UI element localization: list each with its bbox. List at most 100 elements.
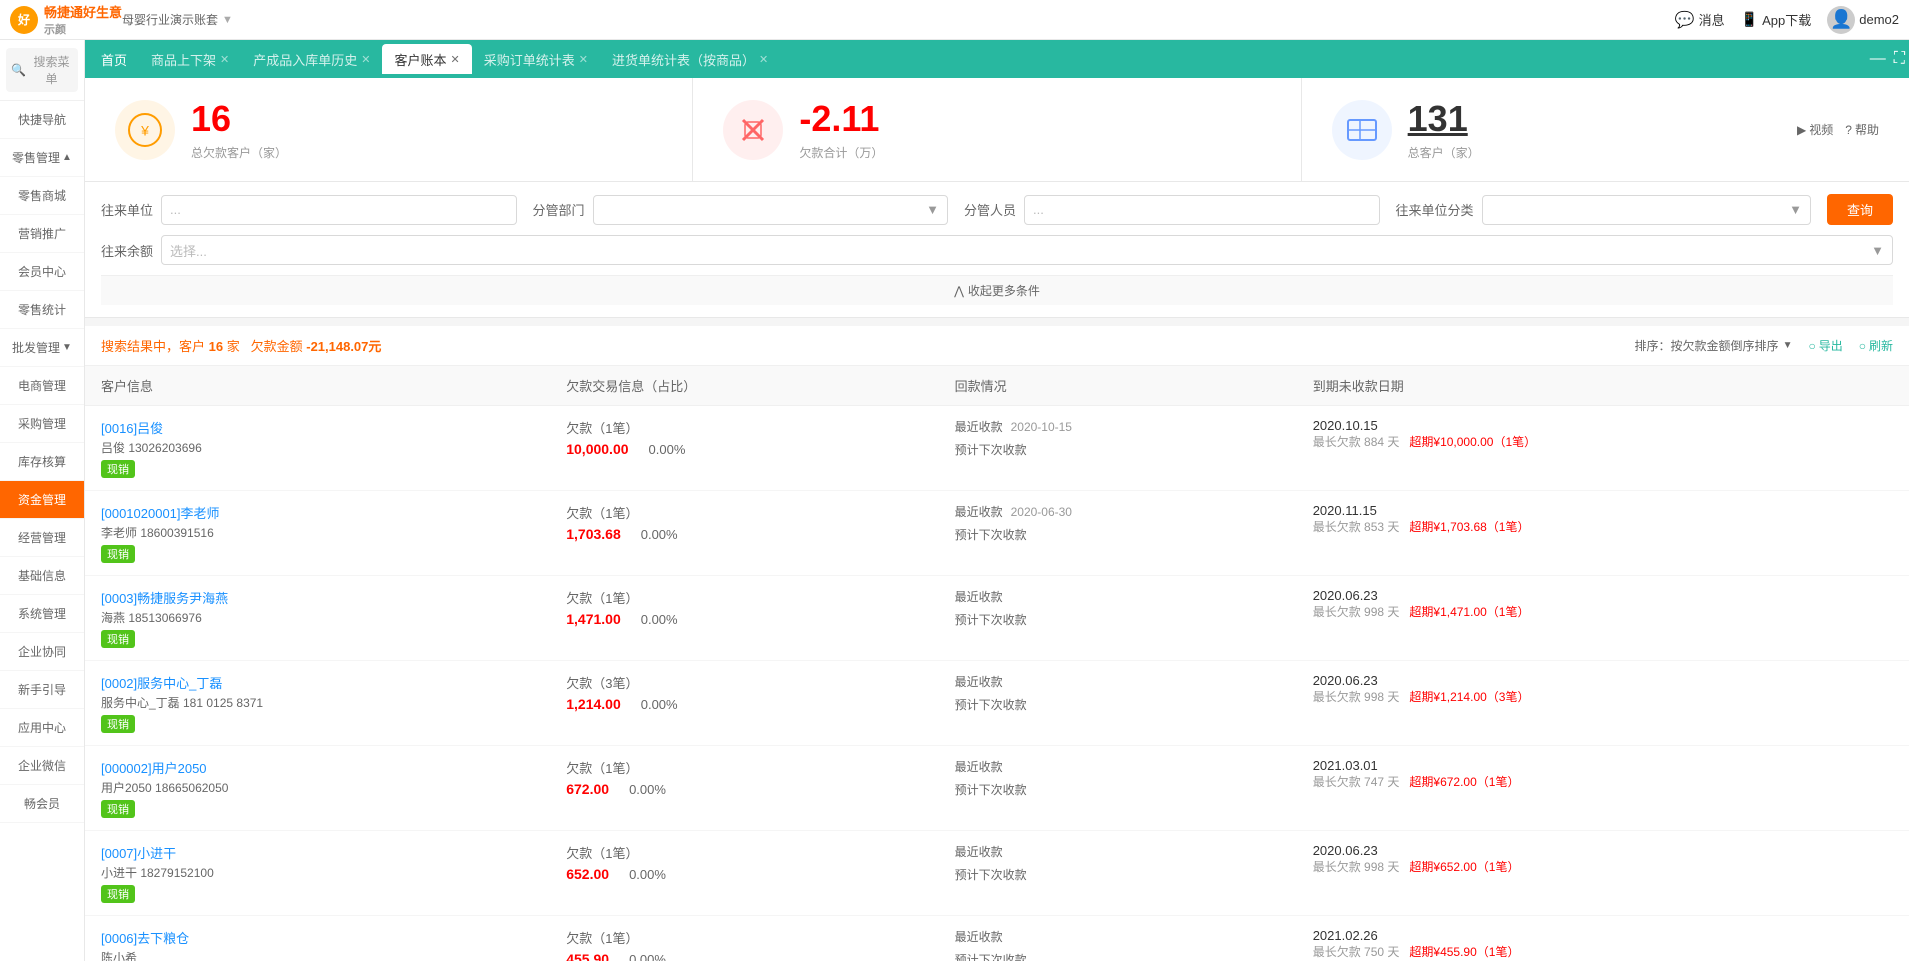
debt-percent: 0.00%: [629, 952, 666, 961]
customer-badge: 现销: [101, 800, 135, 818]
overdue-amount[interactable]: 超期¥1,214.00（3笔）: [1409, 690, 1529, 704]
customer-code[interactable]: [0003]畅捷服务尹海燕: [101, 588, 534, 607]
unit-category-select[interactable]: ▼: [1482, 195, 1811, 225]
overdue-days: 最长欠款 998 天 超期¥1,471.00（1笔）: [1313, 603, 1893, 620]
tab-product-history[interactable]: 产成品入库单历史 ✕: [241, 44, 382, 74]
debt-amount[interactable]: 1,471.00: [566, 611, 621, 627]
sidebar-item-retail-stats[interactable]: 零售统计: [0, 291, 84, 329]
stat-icon-customers: ¥: [115, 100, 175, 160]
tab-product-online[interactable]: 商品上下架 ✕: [139, 44, 241, 74]
customer-code[interactable]: [0007]小进干: [101, 843, 534, 862]
debt-amount[interactable]: 10,000.00: [566, 441, 628, 457]
source-unit-input[interactable]: ...: [161, 195, 516, 225]
avatar: 👤: [1827, 6, 1855, 34]
branch-dept-select[interactable]: ▼: [593, 195, 948, 225]
video-button[interactable]: ▶ 视频: [1797, 121, 1833, 138]
app-subtitle: 示颜: [44, 21, 122, 37]
sidebar-item-marketing[interactable]: 营销推广: [0, 215, 84, 253]
debt-amount[interactable]: 1,214.00: [566, 696, 621, 712]
debt-amount[interactable]: 1,703.68: [566, 526, 621, 542]
app-container: 好 畅捷通好生意 示颜 母婴行业演示账套 ▼ 💬 消息 📱 App下载 👤: [0, 0, 1909, 961]
recovery-cell: 最近收款 预计下次收款: [939, 746, 1297, 831]
overdue-amount[interactable]: 超期¥455.90（1笔）: [1409, 945, 1519, 959]
branch-person-input[interactable]: ...: [1024, 195, 1379, 225]
overdue-days: 最长欠款 884 天 超期¥10,000.00（1笔）: [1313, 433, 1893, 450]
collapse-icon: ⋀: [954, 284, 964, 298]
tab-minimize-icon[interactable]: —: [1870, 50, 1886, 68]
sidebar-item-operation[interactable]: 经营管理: [0, 519, 84, 557]
messages-button[interactable]: 💬 消息: [1675, 10, 1725, 30]
refresh-button[interactable]: ○ 刷新: [1859, 337, 1893, 354]
overdue-amount[interactable]: 超期¥1,703.68（1笔）: [1409, 520, 1529, 534]
overdue-date-value: 2021.02.26: [1313, 928, 1893, 943]
tab-maximize-icon[interactable]: ⛶: [1894, 50, 1905, 68]
total-customers-value: 131: [1408, 98, 1480, 140]
customer-code[interactable]: [000002]用户2050: [101, 758, 534, 777]
sidebar-item-batch-mgmt[interactable]: 批发管理 ▼: [0, 329, 84, 367]
recovery-cell: 最近收款 2020-06-30 预计下次收款: [939, 491, 1297, 576]
sidebar-item-system[interactable]: 系统管理: [0, 595, 84, 633]
customer-code[interactable]: [0006]去下粮仓: [101, 928, 534, 947]
sidebar-item-enterprise-wechat[interactable]: 企业微信: [0, 747, 84, 785]
tab-home[interactable]: 首页: [89, 44, 139, 74]
debt-amount[interactable]: 672.00: [566, 781, 609, 797]
debt-percent: 0.00%: [649, 442, 686, 457]
table-row: [0001020001]李老师 李老师 18600391516 现销 欠款（1笔…: [85, 491, 1909, 576]
overdue-amount[interactable]: 超期¥10,000.00（1笔）: [1409, 435, 1536, 449]
sidebar-item-retail-mgmt[interactable]: 零售管理 ▲: [0, 139, 84, 177]
overdue-amount[interactable]: 超期¥672.00（1笔）: [1409, 775, 1519, 789]
customer-code[interactable]: [0001020001]李老师: [101, 503, 534, 522]
customer-info-cell: [000002]用户2050 用户2050 18665062050 现销: [85, 746, 550, 831]
customer-code[interactable]: [0016]吕俊: [101, 418, 534, 437]
customer-code[interactable]: [0002]服务中心_丁磊: [101, 673, 534, 692]
sidebar-item-member-center[interactable]: 会员中心: [0, 253, 84, 291]
tab-purchase-stats[interactable]: 进货单统计表（按商品） ✕: [600, 44, 780, 74]
tab-close-icon3[interactable]: ✕: [451, 53, 460, 66]
collapse-more-button[interactable]: ⋀ 收起更多条件: [101, 275, 1893, 305]
sidebar-item-ecommerce[interactable]: 电商管理: [0, 367, 84, 405]
search-menu-button[interactable]: 🔍 搜索菜单: [6, 48, 78, 92]
debt-amount[interactable]: 652.00: [566, 866, 609, 882]
export-button[interactable]: ○ 导出: [1808, 337, 1842, 354]
sidebar-item-basic-info[interactable]: 基础信息: [0, 557, 84, 595]
sidebar-item-retail-mall[interactable]: 零售商城: [0, 177, 84, 215]
tab-customer-account[interactable]: 客户账本 ✕: [382, 44, 471, 74]
branch-dept-label: 分管部门: [533, 200, 585, 219]
customer-info-cell: [0002]服务中心_丁磊 服务中心_丁磊 181 0125 8371 现销: [85, 661, 550, 746]
tab-close-icon4[interactable]: ✕: [579, 53, 588, 66]
customer-name: 小进干 18279152100: [101, 864, 534, 881]
debt-percent: 0.00%: [641, 697, 678, 712]
sort-button[interactable]: 排序：按欠款金额倒序排序 ▼: [1635, 337, 1793, 354]
sidebar-item-new-guide[interactable]: 新手引导: [0, 671, 84, 709]
sidebar-item-vip[interactable]: 畅会员: [0, 785, 84, 823]
balance-select[interactable]: 选择... ▼: [161, 235, 1893, 265]
overdue-cell: 2020.06.23 最长欠款 998 天 超期¥652.00（1笔）: [1297, 831, 1909, 916]
recovery-cell: 最近收款 预计下次收款: [939, 831, 1297, 916]
debt-amount-value: -2.11: [799, 98, 883, 140]
unit-category-label: 往来单位分类: [1396, 200, 1474, 219]
sidebar-item-purchase[interactable]: 采购管理: [0, 405, 84, 443]
customers-icon: ¥: [127, 112, 163, 148]
app-download-button[interactable]: 📱 App下载: [1741, 10, 1812, 29]
sidebar-item-app-center[interactable]: 应用中心: [0, 709, 84, 747]
help-button[interactable]: ? 帮助: [1845, 121, 1879, 138]
debt-count: 欠款（3笔）: [566, 673, 922, 692]
query-button[interactable]: 查询: [1827, 194, 1893, 225]
overdue-amount[interactable]: 超期¥652.00（1笔）: [1409, 860, 1519, 874]
debt-amount[interactable]: 455.90: [566, 951, 609, 961]
tab-close-icon2[interactable]: ✕: [361, 53, 370, 66]
sidebar-item-capital[interactable]: 资金管理: [0, 481, 84, 519]
overdue-days: 最长欠款 747 天 超期¥672.00（1笔）: [1313, 773, 1893, 790]
sidebar-item-enterprise-coop[interactable]: 企业协同: [0, 633, 84, 671]
tab-close-icon5[interactable]: ✕: [759, 53, 768, 66]
table-row: [0002]服务中心_丁磊 服务中心_丁磊 181 0125 8371 现销 欠…: [85, 661, 1909, 746]
tab-close-icon[interactable]: ✕: [220, 53, 229, 66]
overdue-days: 最长欠款 853 天 超期¥1,703.68（1笔）: [1313, 518, 1893, 535]
sidebar-item-inventory[interactable]: 库存核算: [0, 443, 84, 481]
overdue-date-value: 2020.06.23: [1313, 588, 1893, 603]
sidebar-item-quick-nav[interactable]: 快捷导航: [0, 101, 84, 139]
user-avatar-button[interactable]: 👤 demo2: [1827, 6, 1899, 34]
overdue-amount[interactable]: 超期¥1,471.00（1笔）: [1409, 605, 1529, 619]
debt-info-cell: 欠款（1笔） 652.00 0.00%: [550, 831, 938, 916]
tab-purchase-order[interactable]: 采购订单统计表 ✕: [472, 44, 600, 74]
